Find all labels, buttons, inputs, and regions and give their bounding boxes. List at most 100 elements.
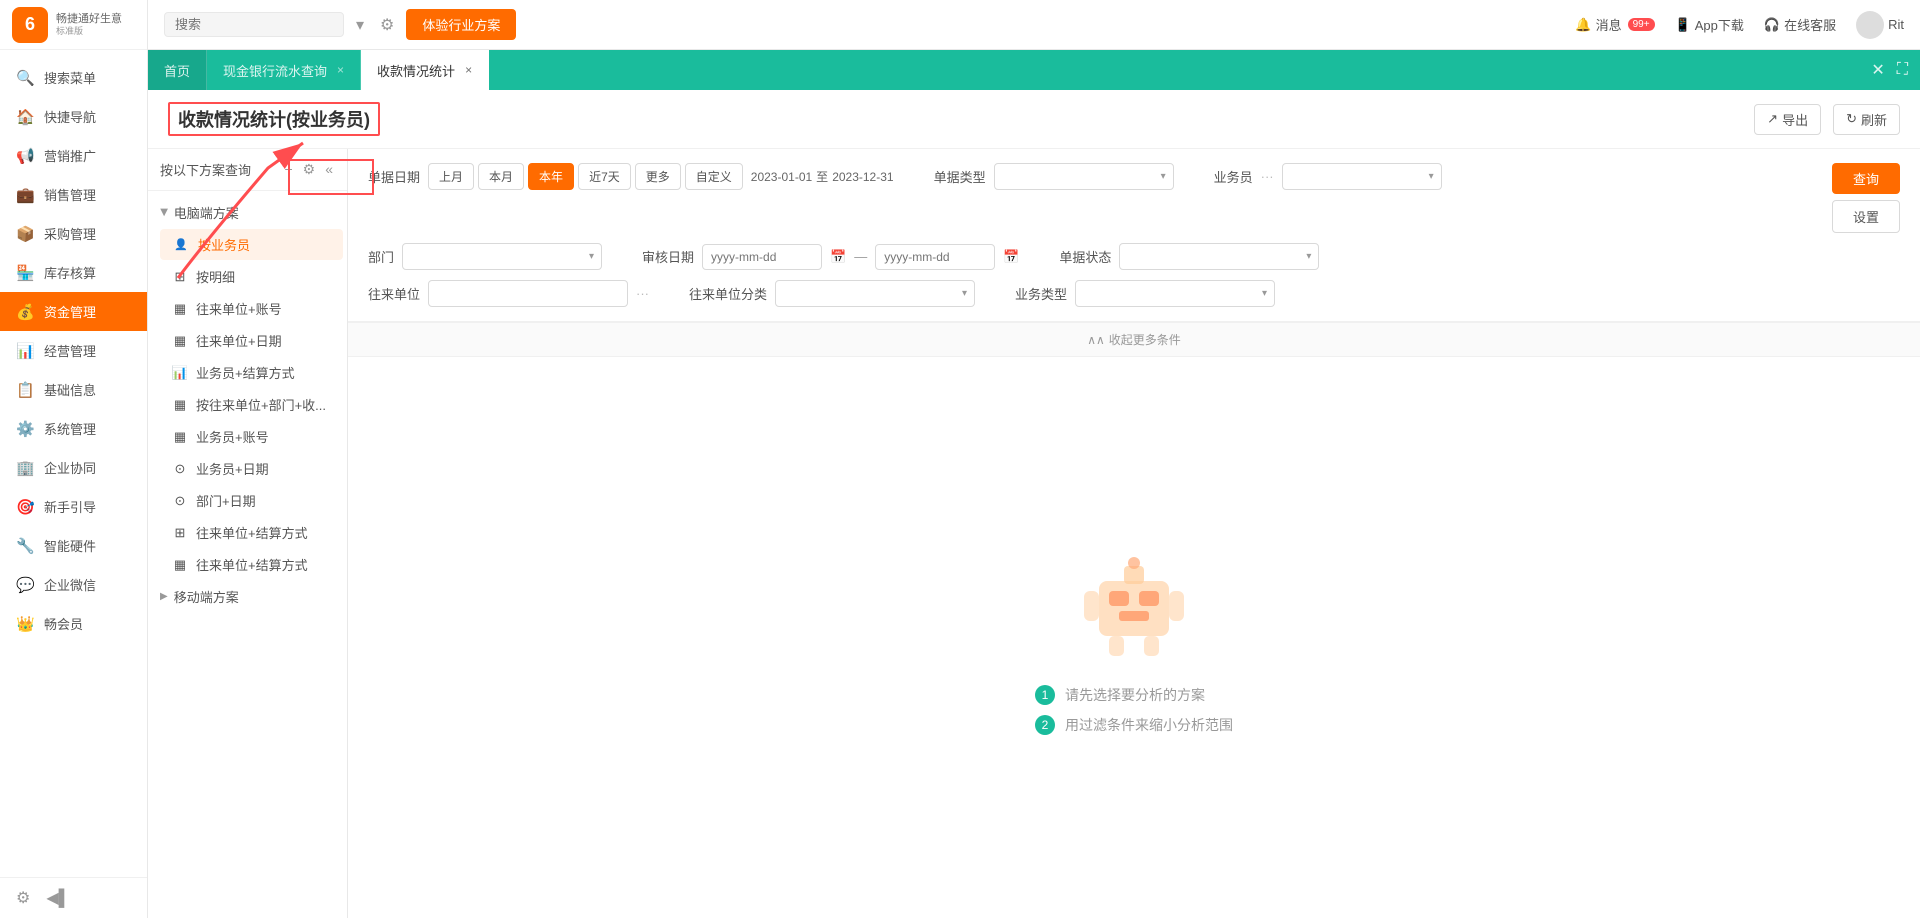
sidebar-item-guide[interactable]: 🎯 新手引导 bbox=[0, 487, 147, 526]
app-download-item[interactable]: 📱 App下载 bbox=[1675, 15, 1744, 34]
tree-item-by-detail[interactable]: ⊞ 按明细 bbox=[160, 261, 343, 292]
this-month-btn[interactable]: 本月 bbox=[478, 163, 524, 190]
more-btn[interactable]: 更多 bbox=[635, 163, 681, 190]
tree-group-desktop-header[interactable]: ▶ 电脑端方案 bbox=[148, 197, 347, 228]
settings-bottom-icon[interactable]: ⚙ bbox=[16, 888, 30, 908]
tab-home-label: 首页 bbox=[164, 61, 190, 80]
topbar-right: 🔔 消息 99+ 📱 App下载 🎧 在线客服 Rit bbox=[1575, 11, 1904, 39]
step-1-label: 请先选择要分析的方案 bbox=[1065, 685, 1205, 705]
crown-icon: 👑 bbox=[16, 615, 34, 633]
tree-item-partner-date[interactable]: ▦ 往来单位+日期 bbox=[160, 325, 343, 356]
query-button[interactable]: 查询 bbox=[1832, 163, 1900, 194]
sidebar-item-inventory[interactable]: 🏪 库存核算 bbox=[0, 253, 147, 292]
page-title: 收款情况统计(按业务员) bbox=[168, 102, 380, 136]
tree-arrow-mobile-icon: ▶ bbox=[160, 591, 168, 602]
online-service-item[interactable]: 🎧 在线客服 bbox=[1764, 15, 1836, 34]
sidebar-item-marketing[interactable]: 📢 营销推广 bbox=[0, 136, 147, 175]
last-month-btn[interactable]: 上月 bbox=[428, 163, 474, 190]
tree-item-label: 往来单位+日期 bbox=[196, 331, 282, 350]
review-date-from[interactable] bbox=[702, 244, 822, 270]
last-7-btn[interactable]: 近7天 bbox=[578, 163, 631, 190]
tree-item-partner-dept-collect[interactable]: ▦ 按往来单位+部门+收... bbox=[160, 389, 343, 420]
partner-label: 往来单位 bbox=[368, 284, 420, 303]
export-icon: ↗ bbox=[1767, 111, 1778, 127]
custom-btn[interactable]: 自定义 bbox=[685, 163, 743, 190]
empty-step-2: 2 用过滤条件来缩小分析范围 bbox=[1035, 715, 1233, 735]
target-icon: 🎯 bbox=[16, 498, 34, 516]
sidebar-item-sales[interactable]: 💼 销售管理 bbox=[0, 175, 147, 214]
review-date-label: 审核日期 bbox=[642, 247, 694, 266]
refresh-button[interactable]: ↻ 刷新 bbox=[1833, 104, 1900, 135]
sidebar-item-enterprise[interactable]: 🏢 企业协同 bbox=[0, 448, 147, 487]
sidebar-bottom: ⚙ ◀▌ bbox=[0, 877, 147, 918]
chat-icon: 💬 bbox=[16, 576, 34, 594]
export-button[interactable]: ↗ 导出 bbox=[1754, 104, 1821, 135]
sidebar-item-label: 库存核算 bbox=[44, 263, 96, 282]
trial-button[interactable]: 体验行业方案 bbox=[406, 9, 516, 40]
search-icon: 🔍 bbox=[16, 69, 34, 87]
more-filter-icon[interactable]: ··· bbox=[1261, 169, 1274, 184]
topbar-left: ▾ ⚙ 体验行业方案 bbox=[164, 9, 1559, 40]
sidebar-item-basic-info[interactable]: 📋 基础信息 bbox=[0, 370, 147, 409]
chart-icon: 📊 bbox=[16, 342, 34, 360]
dropdown-icon[interactable]: ▾ bbox=[352, 11, 368, 39]
salesperson-select[interactable] bbox=[1282, 163, 1442, 190]
user-item[interactable]: Rit bbox=[1856, 11, 1904, 39]
collapse-chevron-icon: ∧∧ bbox=[1087, 333, 1105, 347]
doc-status-select[interactable] bbox=[1119, 243, 1319, 270]
partner-category-label: 往来单位分类 bbox=[689, 284, 767, 303]
tree-item-salesperson-settlement[interactable]: 📊 业务员+结算方式 bbox=[160, 357, 343, 388]
tab-bank-flow-close[interactable]: × bbox=[337, 63, 344, 77]
tree-item-by-salesperson[interactable]: 👤 按业务员 bbox=[160, 229, 343, 260]
this-year-btn[interactable]: 本年 bbox=[528, 163, 574, 190]
tree-item-dept-date[interactable]: ⊙ 部门+日期 bbox=[160, 485, 343, 516]
salesperson-icon: 👤 bbox=[172, 236, 190, 254]
sidebar-item-search[interactable]: 🔍 搜索菜单 bbox=[0, 58, 147, 97]
dept-select[interactable] bbox=[402, 243, 602, 270]
sidebar-item-member[interactable]: 👑 畅会员 bbox=[0, 604, 147, 643]
sidebar-item-quick-nav[interactable]: 🏠 快捷导航 bbox=[0, 97, 147, 136]
partner-select[interactable] bbox=[428, 280, 628, 307]
tab-home[interactable]: 首页 bbox=[148, 50, 207, 90]
calendar-to-icon[interactable]: 📅 bbox=[1003, 249, 1019, 265]
tab-close-all-icon[interactable]: ✕ bbox=[1871, 60, 1884, 80]
app-name: 畅捷通好生意 标准版 bbox=[56, 12, 122, 38]
sidebar-item-system[interactable]: ⚙️ 系统管理 bbox=[0, 409, 147, 448]
sidebar-item-label: 新手引导 bbox=[44, 497, 96, 516]
partner-category-select[interactable] bbox=[775, 280, 975, 307]
calendar-from-icon[interactable]: 📅 bbox=[830, 249, 846, 265]
app-download-label: App下载 bbox=[1695, 15, 1744, 34]
sidebar-item-operations[interactable]: 📊 经营管理 bbox=[0, 331, 147, 370]
scheme-settings-button[interactable]: ⚙ bbox=[301, 159, 318, 180]
tree-item-salesperson-account[interactable]: ▦ 业务员+账号 bbox=[160, 421, 343, 452]
settings-button[interactable]: 设置 bbox=[1832, 200, 1900, 233]
sidebar-item-purchase[interactable]: 📦 采购管理 bbox=[0, 214, 147, 253]
page-header: 收款情况统计(按业务员) ↗ 导出 ↻ 刷新 bbox=[148, 90, 1920, 149]
doc-type-select[interactable] bbox=[994, 163, 1174, 190]
panel-collapse-button[interactable]: « bbox=[323, 159, 335, 180]
step-2-num: 2 bbox=[1035, 715, 1055, 735]
partner-more-icon[interactable]: ··· bbox=[636, 286, 649, 301]
salesperson-select-wrapper: ▾ bbox=[1282, 163, 1442, 190]
sidebar-item-wechat[interactable]: 💬 企业微信 bbox=[0, 565, 147, 604]
tree-item-partner-settlement2[interactable]: ▦ 往来单位+结算方式 bbox=[160, 549, 343, 580]
review-date-to[interactable] bbox=[875, 244, 995, 270]
tab-collection-stats-close[interactable]: × bbox=[465, 63, 472, 77]
tree-item-salesperson-date[interactable]: ⊙ 业务员+日期 bbox=[160, 453, 343, 484]
partner-settlement2-icon: ▦ bbox=[172, 557, 188, 573]
tab-bank-flow[interactable]: 现金银行流水查询 × bbox=[207, 50, 361, 90]
tree-group-mobile-header[interactable]: ▶ 移动端方案 bbox=[148, 581, 347, 612]
business-type-select[interactable] bbox=[1075, 280, 1275, 307]
collapse-bar[interactable]: ∧∧ 收起更多条件 bbox=[348, 322, 1920, 357]
tab-fullscreen-icon[interactable]: ⛶ bbox=[1897, 61, 1908, 79]
add-scheme-button[interactable]: + bbox=[282, 159, 294, 180]
collapse-sidebar-icon[interactable]: ◀▌ bbox=[46, 888, 70, 908]
notifications-item[interactable]: 🔔 消息 99+ bbox=[1575, 15, 1654, 34]
search-input[interactable] bbox=[164, 12, 344, 37]
sidebar-item-smart-hw[interactable]: 🔧 智能硬件 bbox=[0, 526, 147, 565]
sidebar-item-finance[interactable]: 💰 资金管理 bbox=[0, 292, 147, 331]
tree-item-partner-account[interactable]: ▦ 往来单位+账号 bbox=[160, 293, 343, 324]
tab-collection-stats[interactable]: 收款情况统计 × bbox=[361, 50, 489, 90]
tree-item-partner-settlement1[interactable]: ⊞ 往来单位+结算方式 bbox=[160, 517, 343, 548]
settings-icon[interactable]: ⚙ bbox=[376, 11, 398, 39]
